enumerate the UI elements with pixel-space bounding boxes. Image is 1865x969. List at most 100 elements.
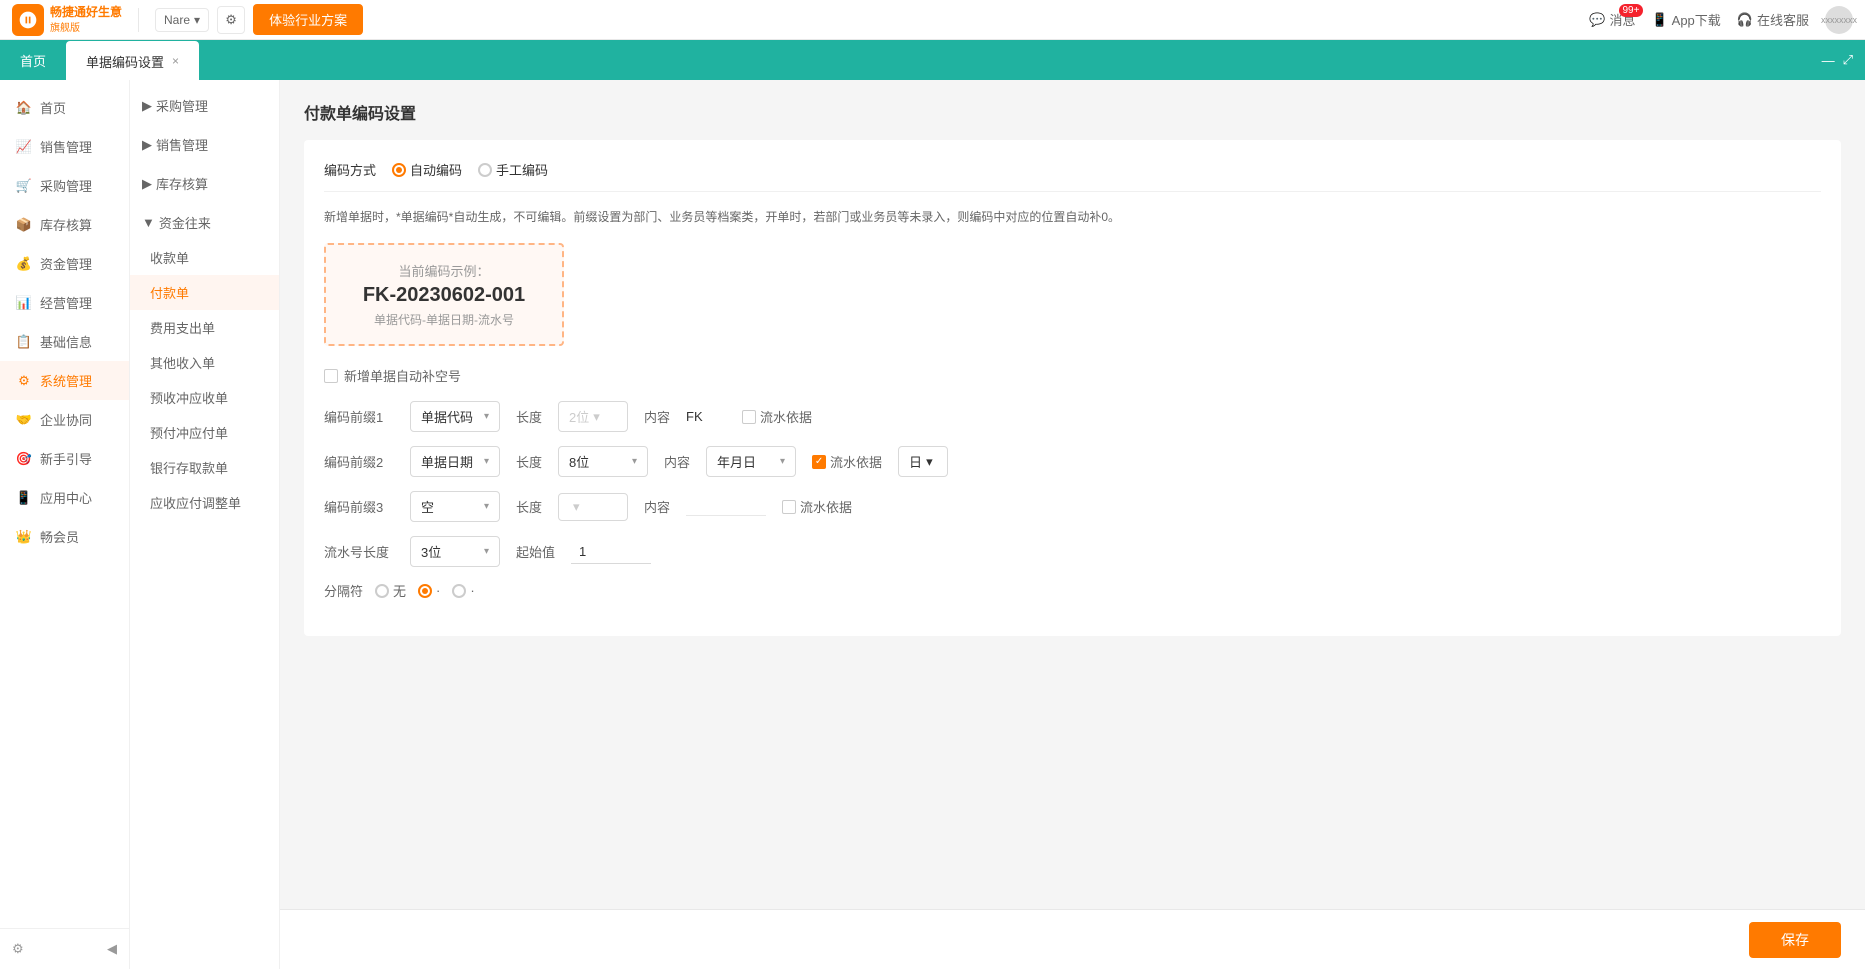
sep-none-radio-circle <box>375 584 389 598</box>
topbar-dropdown[interactable]: Nare ▾ <box>155 8 209 32</box>
auto-fill-checkbox-row[interactable]: 新增单据自动补空号 <box>324 366 1821 385</box>
sub-group-finance-title[interactable]: ▼ 资金往来 <box>130 205 279 240</box>
sidebar-item-inventory[interactable]: 📦 库存核算 <box>0 205 129 244</box>
sidebar-item-home[interactable]: 🏠 首页 <box>0 88 129 127</box>
sub-item-expense[interactable]: 费用支出单 <box>130 310 279 345</box>
sidebar-item-apps[interactable]: 📱 应用中心 <box>0 478 129 517</box>
guide-icon: 🎯 <box>16 451 32 467</box>
tab-home[interactable]: 首页 <box>0 40 66 80</box>
sidebar-item-basic-label: 基础信息 <box>40 332 92 351</box>
sidebar-item-operations[interactable]: 📊 经营管理 <box>0 283 129 322</box>
sep-none-label: 无 <box>393 581 406 600</box>
start-value-input[interactable]: 1 <box>571 540 651 564</box>
sub-item-receipt[interactable]: 收款单 <box>130 240 279 275</box>
sub-group-inventory-label: 库存核算 <box>156 174 208 193</box>
topbar-left: 畅捷通好生意 旗舰版 Nare ▾ ⚙ 体验行业方案 <box>12 4 363 36</box>
prefix2-select[interactable]: 单据日期 ▾ <box>410 446 500 477</box>
prefix1-select[interactable]: 单据代码 ▾ <box>410 401 500 432</box>
message-button[interactable]: 💬 消息 99+ <box>1589 10 1635 29</box>
sidebar-settings-button[interactable]: ⚙ <box>8 937 28 961</box>
sidebar-item-member-label: 畅会员 <box>40 527 79 546</box>
sep-none-radio[interactable]: 无 <box>375 581 406 600</box>
maximize-icon[interactable]: ⤢ <box>1843 52 1853 68</box>
prefix2-stream-label: 流水依据 <box>830 452 882 471</box>
sub-item-payment[interactable]: 付款单 <box>130 275 279 310</box>
logo-area: 畅捷通好生意 旗舰版 <box>12 4 122 36</box>
notice-text: 新增单据时，*单据编码*自动生成，不可编辑。前缀设置为部门、业务员等档案类，开单… <box>324 208 1821 227</box>
prefix3-select[interactable]: 空 ▾ <box>410 491 500 522</box>
sidebar-item-sales[interactable]: 📈 销售管理 <box>0 127 129 166</box>
minimize-icon[interactable]: — <box>1822 53 1835 68</box>
prefix2-length-select[interactable]: 8位 ▾ <box>558 446 648 477</box>
user-name: xxxxxxxx <box>1821 15 1857 25</box>
app-download-button[interactable]: 📱 App下载 <box>1651 10 1720 29</box>
sub-group-inventory-title[interactable]: ▶ 库存核算 <box>130 166 279 201</box>
sub-group-sales-title[interactable]: ▶ 销售管理 <box>130 127 279 162</box>
prefix1-stream-checkbox-box <box>742 410 756 424</box>
prefix1-stream-checkbox[interactable]: 流水依据 <box>742 407 812 426</box>
member-icon: 👑 <box>16 529 32 545</box>
app-label: App下载 <box>1672 10 1721 29</box>
sep-dot2-radio[interactable]: · <box>452 583 474 598</box>
sales-icon: 📈 <box>16 139 32 155</box>
prefix1-value: 单据代码 <box>421 407 473 426</box>
sidebar-collapse-button[interactable]: ◀ <box>103 937 121 961</box>
start-value: 1 <box>579 544 586 559</box>
sub-item-advance-recv[interactable]: 预收冲应收单 <box>130 380 279 415</box>
tab-close-icon[interactable]: × <box>172 54 179 68</box>
prefix2-day-select[interactable]: 日 ▾ <box>898 446 948 477</box>
serial-length-select[interactable]: 3位 ▾ <box>410 536 500 567</box>
save-button[interactable]: 保存 <box>1749 922 1841 958</box>
divider <box>138 8 139 32</box>
prefix2-stream-checkbox[interactable]: ✓ 流水依据 <box>812 452 882 471</box>
prefix1-length-select[interactable]: 2位 ▾ <box>558 401 628 432</box>
auto-fill-checkbox[interactable] <box>324 369 338 383</box>
sidebar-item-purchase[interactable]: 🛒 采购管理 <box>0 166 129 205</box>
sidebar-item-guide[interactable]: 🎯 新手引导 <box>0 439 129 478</box>
sidebar-item-enterprise[interactable]: 🤝 企业协同 <box>0 400 129 439</box>
settings-gear-button[interactable]: ⚙ <box>217 6 245 34</box>
operations-icon: 📊 <box>16 295 32 311</box>
topbar-right: 💬 消息 99+ 📱 App下载 🎧 在线客服 xxxxxxxx <box>1589 6 1853 34</box>
serial-length-arrow-icon: ▾ <box>484 546 489 557</box>
sidebar-item-finance[interactable]: 💰 资金管理 <box>0 244 129 283</box>
prefix2-length-value: 8位 <box>569 452 589 471</box>
sub-item-other-income[interactable]: 其他收入单 <box>130 345 279 380</box>
sidebar-item-member[interactable]: 👑 畅会员 <box>0 517 129 556</box>
user-avatar[interactable]: xxxxxxxx <box>1825 6 1853 34</box>
prefix2-content-arrow-icon: ▾ <box>780 456 785 467</box>
sidebar-item-basic[interactable]: 📋 基础信息 <box>0 322 129 361</box>
prefix1-stream-label: 流水依据 <box>760 407 812 426</box>
sub-group-purchase-title[interactable]: ▶ 采购管理 <box>130 88 279 123</box>
separator-row: 分隔符 无 · · <box>324 581 1821 600</box>
sidebar-item-guide-label: 新手引导 <box>40 449 92 468</box>
prefix3-length-select[interactable]: ▾ <box>558 493 628 521</box>
sub-item-ar-ap-adjust[interactable]: 应收应付调整单 <box>130 485 279 520</box>
sep-dot2-label: · <box>470 583 474 598</box>
purchase-icon: 🛒 <box>16 178 32 194</box>
manual-code-radio[interactable]: 手工编码 <box>478 160 548 179</box>
prefix2-content-select[interactable]: 年月日 ▾ <box>706 446 796 477</box>
tab-code-setting-label: 单据编码设置 <box>86 52 164 71</box>
prefix3-stream-checkbox[interactable]: 流水依据 <box>782 497 852 516</box>
sep-dot-radio-circle <box>418 584 432 598</box>
sub-item-bank-deposit[interactable]: 银行存取款单 <box>130 450 279 485</box>
checkmark-icon: ✓ <box>815 456 823 467</box>
prefix3-value: 空 <box>421 497 434 516</box>
auto-code-radio[interactable]: 自动编码 <box>392 160 462 179</box>
chevron-right-icon-3: ▶ <box>142 176 152 192</box>
sep-dot-radio[interactable]: · <box>418 583 440 598</box>
trial-button[interactable]: 体验行业方案 <box>253 4 363 35</box>
manual-code-label: 手工编码 <box>496 160 548 179</box>
sidebar-item-system[interactable]: ⚙ 系统管理 <box>0 361 129 400</box>
sidebar-item-enterprise-label: 企业协同 <box>40 410 92 429</box>
tab-code-setting[interactable]: 单据编码设置 × <box>66 41 199 81</box>
sidebar-item-system-label: 系统管理 <box>40 371 92 390</box>
prefix3-content-value <box>686 498 766 516</box>
sidebar-item-purchase-label: 采购管理 <box>40 176 92 195</box>
online-service-button[interactable]: 🎧 在线客服 <box>1737 10 1809 29</box>
gear-icon: ⚙ <box>225 12 237 28</box>
sub-group-finance: ▼ 资金往来 收款单 付款单 费用支出单 其他收入单 预收冲应收单 预付冲应付单… <box>130 205 279 520</box>
tabbar-actions: — ⤢ <box>1822 52 1865 68</box>
sub-item-advance-pay[interactable]: 预付冲应付单 <box>130 415 279 450</box>
